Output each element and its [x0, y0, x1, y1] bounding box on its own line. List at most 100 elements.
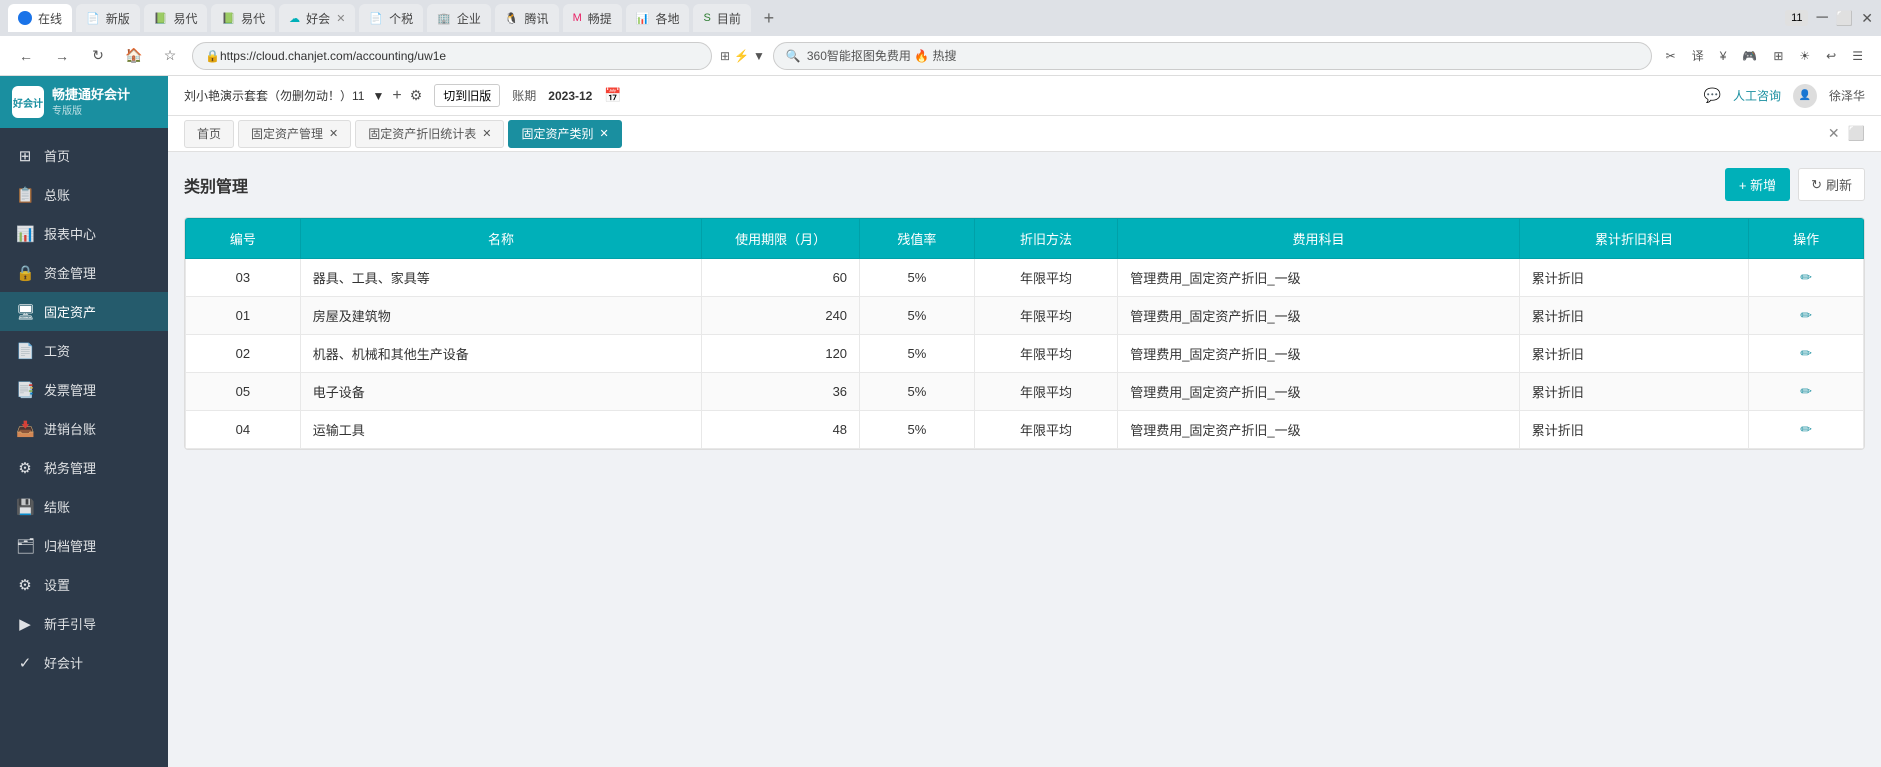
- url-input[interactable]: 🔒 https://cloud.chanjet.com/accounting/u…: [192, 42, 712, 70]
- browser-tab-10[interactable]: S 目前: [693, 4, 750, 32]
- settings-cog-icon[interactable]: ⚙: [410, 87, 423, 104]
- browser-tab-9[interactable]: 📊 各地: [626, 4, 690, 32]
- settings-icon: ⚙: [16, 576, 34, 594]
- page-tab-depreciation-table[interactable]: 固定资产折旧统计表 ✕: [355, 120, 504, 148]
- browser-tab-7[interactable]: 🐧 腾讯: [495, 4, 559, 32]
- funds-icon: 🔒: [16, 264, 34, 282]
- search-bar[interactable]: 🔍 360智能抠图免费用 🔥 热搜: [773, 42, 1652, 70]
- game-icon[interactable]: 🎮: [1736, 42, 1763, 70]
- purchase-sales-icon: 📥: [16, 420, 34, 438]
- payroll-icon: 📄: [16, 342, 34, 360]
- browser-tab-close-4[interactable]: ✕: [336, 12, 345, 25]
- title-buttons: + 新增 ↻ 刷新: [1725, 168, 1865, 201]
- maximize-icon[interactable]: ⬜: [1836, 10, 1853, 27]
- consult-label[interactable]: 人工咨询: [1733, 87, 1781, 104]
- edit-button-1[interactable]: ✏: [1800, 307, 1812, 323]
- browser-tab-4[interactable]: ☁ 好会 ✕: [279, 4, 355, 32]
- cell-residual-3: 5%: [860, 373, 975, 411]
- bookmark-button[interactable]: ☆: [156, 42, 184, 70]
- sidebar-item-tax[interactable]: ⚙ 税务管理: [0, 448, 168, 487]
- toolbar-right: ✂ 译 ¥ 🎮 ⊞ ☀ ↩ ☰: [1660, 42, 1869, 70]
- sidebar-item-archive[interactable]: 🗂 归档管理: [0, 526, 168, 565]
- edit-button-4[interactable]: ✏: [1800, 421, 1812, 437]
- cell-code-1: 01: [186, 297, 301, 335]
- sidebar-item-settings[interactable]: ⚙ 设置: [0, 565, 168, 604]
- sidebar-item-label-funds: 资金管理: [44, 263, 96, 282]
- add-account-icon[interactable]: +: [392, 87, 401, 105]
- reload-button[interactable]: ↻: [84, 42, 112, 70]
- close-all-tabs-icon[interactable]: ✕: [1828, 125, 1840, 142]
- translate-icon[interactable]: 译: [1686, 42, 1710, 70]
- browser-tab-label-5: 个税: [389, 10, 413, 27]
- switch-version-button[interactable]: 切到旧版: [434, 84, 500, 107]
- page-tab-close-fixed-assets-mgmt[interactable]: ✕: [329, 127, 338, 140]
- browser-tab-label-4: 好会: [306, 10, 330, 27]
- browser-tab-2[interactable]: 📗 易代: [144, 4, 208, 32]
- minimize-icon[interactable]: ─: [1816, 9, 1827, 27]
- browser-tab-0[interactable]: 在线: [8, 4, 72, 32]
- dropdown-arrow-icon[interactable]: ▼: [372, 89, 384, 103]
- refresh-button[interactable]: ↻ 刷新: [1798, 168, 1865, 201]
- table-row: 03 器具、工具、家具等 60 5% 年限平均 管理费用_固定资产折旧_一级 累…: [186, 259, 1864, 297]
- home-button[interactable]: 🏠: [120, 42, 148, 70]
- edit-button-0[interactable]: ✏: [1800, 269, 1812, 285]
- browser-tab-6[interactable]: 🏢 企业: [427, 4, 491, 32]
- sidebar-item-home[interactable]: ⊞ 首页: [0, 136, 168, 175]
- page-tab-close-depreciation-table[interactable]: ✕: [482, 127, 491, 140]
- cell-method-4: 年限平均: [974, 411, 1117, 449]
- expand-icon[interactable]: ⬜: [1848, 125, 1865, 142]
- forward-button[interactable]: →: [48, 42, 76, 70]
- grid-icon[interactable]: ⊞: [1767, 42, 1789, 70]
- sidebar-item-fixed-assets[interactable]: 🖥 固定资产: [0, 292, 168, 331]
- page-tools-icon[interactable]: ⊞: [720, 49, 730, 63]
- search-icon: 🔍: [786, 49, 801, 63]
- sidebar-item-label-home: 首页: [44, 146, 70, 165]
- close-window-icon[interactable]: ✕: [1861, 10, 1873, 27]
- lightning-icon[interactable]: ⚡: [734, 49, 749, 63]
- sidebar-item-close-period[interactable]: 💾 结账: [0, 487, 168, 526]
- sidebar-item-label-tax: 税务管理: [44, 458, 96, 477]
- browser-tab-label-0: 在线: [38, 10, 62, 27]
- menu-icon[interactable]: ☰: [1846, 42, 1869, 70]
- sidebar-item-reports[interactable]: 📊 报表中心: [0, 214, 168, 253]
- page-tab-close-category[interactable]: ✕: [600, 127, 609, 140]
- wallet-icon[interactable]: ¥: [1714, 42, 1733, 70]
- search-text: 360智能抠图免费用 🔥 热搜: [807, 47, 957, 64]
- sidebar-item-label-ledger: 总账: [44, 185, 70, 204]
- app-layout: 好会计 畅捷通好会计 专版版 ⊞ 首页 📋 总账 📊 报表中心 🔒 资金管理: [0, 76, 1881, 767]
- page-tab-bar: 首页 固定资产管理 ✕ 固定资产折旧统计表 ✕ 固定资产类别 ✕ ✕ ⬜: [168, 116, 1881, 152]
- dropdown-icon[interactable]: ▼: [753, 49, 765, 63]
- back-button[interactable]: ←: [12, 42, 40, 70]
- page-tab-home[interactable]: 首页: [184, 120, 234, 148]
- browser-tab-5[interactable]: 📄 个税: [359, 4, 423, 32]
- undo-icon[interactable]: ↩: [1820, 42, 1842, 70]
- sidebar-item-payroll[interactable]: 📄 工资: [0, 331, 168, 370]
- right-panel: 刘小艳演示套套（勿删勿动！）11 ▼ + ⚙ 切到旧版 账期 2023-12 📅…: [168, 76, 1881, 767]
- edit-button-2[interactable]: ✏: [1800, 345, 1812, 361]
- add-button[interactable]: + 新增: [1725, 168, 1790, 201]
- cut-icon[interactable]: ✂: [1660, 42, 1682, 70]
- page-tab-category[interactable]: 固定资产类别 ✕: [508, 120, 621, 148]
- calendar-icon[interactable]: 📅: [604, 87, 621, 104]
- sidebar-item-guide[interactable]: ▶ 新手引导: [0, 604, 168, 643]
- browser-tab-1[interactable]: 📄 新版: [76, 4, 140, 32]
- sidebar-item-purchase-sales[interactable]: 📥 进销台账: [0, 409, 168, 448]
- archive-icon: 🗂: [16, 537, 34, 555]
- sidebar-item-invoice[interactable]: 📑 发票管理: [0, 370, 168, 409]
- brightness-icon[interactable]: ☀: [1793, 42, 1816, 70]
- sidebar-item-funds[interactable]: 🔒 资金管理: [0, 253, 168, 292]
- app-name: 畅捷通好会计: [52, 87, 130, 103]
- content-area: 类别管理 + 新增 ↻ 刷新 编号 名称: [168, 152, 1881, 466]
- table-row: 04 运输工具 48 5% 年限平均 管理费用_固定资产折旧_一级 累计折旧 ✏: [186, 411, 1864, 449]
- browser-tab-8[interactable]: M 畅提: [563, 4, 622, 32]
- sidebar-item-goodaccount[interactable]: ✓ 好会计: [0, 643, 168, 682]
- new-tab-button[interactable]: +: [755, 4, 783, 32]
- edit-button-3[interactable]: ✏: [1800, 383, 1812, 399]
- cell-code-3: 05: [186, 373, 301, 411]
- sidebar-item-ledger[interactable]: 📋 总账: [0, 175, 168, 214]
- page-tab-fixed-assets-mgmt[interactable]: 固定资产管理 ✕: [238, 120, 351, 148]
- cell-accumulated-1: 累计折旧: [1519, 297, 1748, 335]
- browser-tab-3[interactable]: 📗 易代: [211, 4, 275, 32]
- cell-method-0: 年限平均: [974, 259, 1117, 297]
- sidebar-item-label-invoice: 发票管理: [44, 380, 96, 399]
